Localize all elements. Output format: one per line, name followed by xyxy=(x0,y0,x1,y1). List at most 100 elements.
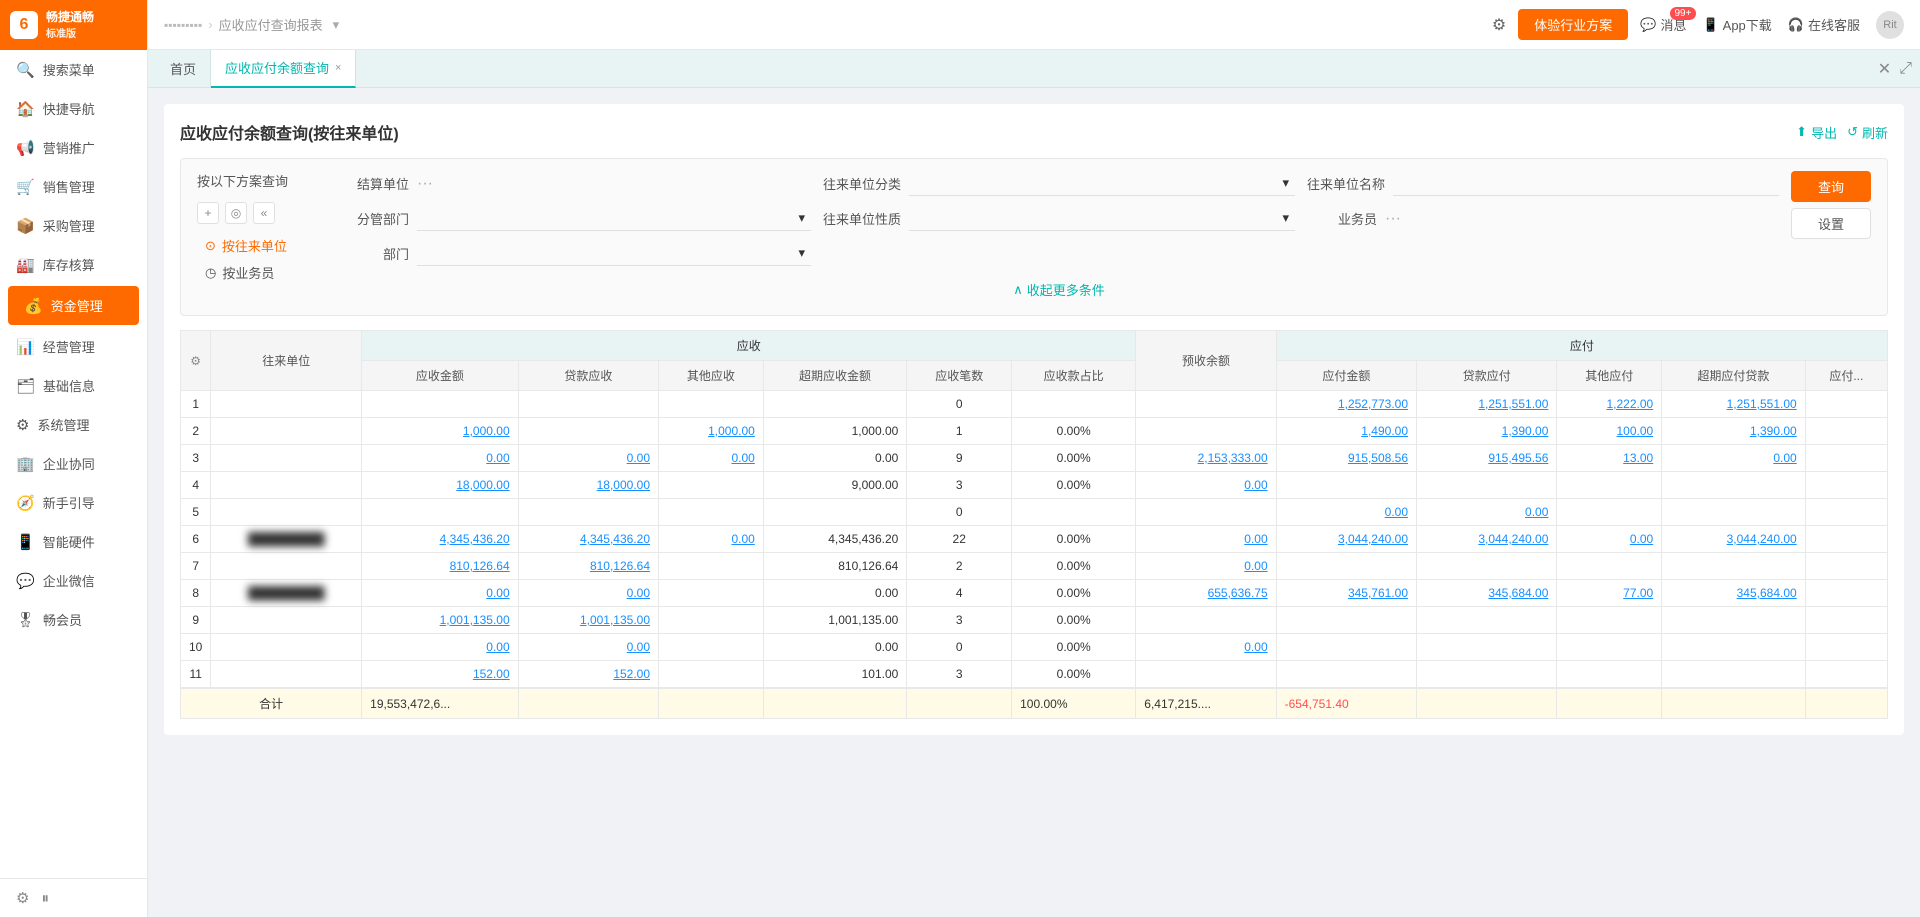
tab-close-icon[interactable]: × xyxy=(335,62,341,74)
sidebar-item-purchase[interactable]: 📦 采购管理 xyxy=(0,206,147,245)
table-cell[interactable]: 0.00 xyxy=(1662,445,1806,472)
settlement-unit-dots[interactable]: ··· xyxy=(417,175,433,193)
table-cell[interactable]: 1,390.00 xyxy=(1662,418,1806,445)
table-cell[interactable]: 4,345,436.20 xyxy=(518,526,658,553)
table-cell[interactable]: 1,390.00 xyxy=(1417,418,1557,445)
table-cell[interactable]: 1,000.00 xyxy=(659,418,764,445)
table-cell[interactable]: 0.00 xyxy=(362,445,519,472)
table-cell[interactable]: 810,126.64 xyxy=(362,553,519,580)
settings-bottom-icon[interactable]: ⚙ xyxy=(16,889,29,907)
sidebar-item-system[interactable]: ⚙ 系统管理 xyxy=(0,405,147,444)
window-close-icon[interactable]: ✕ xyxy=(1878,59,1891,79)
sidebar-item-search-menu[interactable]: 🔍 搜索菜单 xyxy=(0,50,147,89)
table-cell[interactable]: 345,761.00 xyxy=(1276,580,1416,607)
table-cell[interactable]: 13.00 xyxy=(1557,445,1662,472)
settings-gear-icon[interactable]: ⚙ xyxy=(1492,15,1506,35)
refresh-button[interactable]: ↺ 刷新 xyxy=(1847,123,1888,142)
window-expand-icon[interactable]: ⤢ xyxy=(1899,60,1912,78)
service-icon: 🎧 xyxy=(1788,17,1804,33)
table-cell[interactable]: 0.00 xyxy=(659,445,764,472)
sidebar-item-finance[interactable]: 💰 资金管理 xyxy=(8,286,139,325)
table-cell[interactable]: 0.00 xyxy=(362,580,519,607)
query-button[interactable]: 查询 xyxy=(1791,171,1871,202)
table-cell[interactable]: 0.00 xyxy=(1417,499,1557,526)
add-scheme-button[interactable]: + xyxy=(197,202,219,224)
table-cell[interactable]: 1,001,135.00 xyxy=(362,607,519,634)
table-cell[interactable]: 345,684.00 xyxy=(1662,580,1806,607)
table-cell[interactable]: 0.00 xyxy=(1276,499,1416,526)
table-cell[interactable]: 1,000.00 xyxy=(362,418,519,445)
table-cell[interactable]: 100.00 xyxy=(1557,418,1662,445)
table-cell[interactable]: 3,044,240.00 xyxy=(1417,526,1557,553)
table-cell[interactable]: 1,490.00 xyxy=(1276,418,1416,445)
industry-solution-button[interactable]: 体验行业方案 xyxy=(1518,9,1628,40)
unit-nature-select[interactable]: ▾ xyxy=(909,206,1295,231)
table-cell[interactable]: 77.00 xyxy=(1557,580,1662,607)
scheme-by-unit[interactable]: ⊙ 按往来单位 xyxy=(197,232,327,259)
table-cell[interactable]: 915,508.56 xyxy=(1276,445,1416,472)
table-cell[interactable]: 1,222.00 xyxy=(1557,391,1662,418)
online-service-button[interactable]: 🎧 在线客服 xyxy=(1788,15,1860,34)
collapse-icon[interactable]: ⏸ xyxy=(41,890,49,907)
table-cell[interactable]: 18,000.00 xyxy=(362,472,519,499)
sidebar-item-inventory[interactable]: 🏭 库存核算 xyxy=(0,245,147,284)
sidebar-item-guide[interactable]: 🧭 新手引导 xyxy=(0,483,147,522)
sidebar-item-quick-nav[interactable]: 🏠 快捷导航 xyxy=(0,89,147,128)
unit-category-select[interactable]: ▾ xyxy=(909,171,1295,196)
table-cell[interactable]: 1,251,551.00 xyxy=(1662,391,1806,418)
table-cell[interactable]: 0.00 xyxy=(518,634,658,661)
table-cell[interactable]: 0.00 xyxy=(1136,472,1276,499)
sidebar-item-basic[interactable]: 🗂 基础信息 xyxy=(0,366,147,405)
table-cell: 4 xyxy=(907,580,1012,607)
dept-select[interactable]: ▾ xyxy=(417,241,811,266)
sidebar-item-operations[interactable]: 📊 经营管理 xyxy=(0,327,147,366)
sidebar-item-hardware[interactable]: 📱 智能硬件 xyxy=(0,522,147,561)
table-cell[interactable]: 0.00 xyxy=(1557,526,1662,553)
table-cell[interactable]: 1,001,135.00 xyxy=(518,607,658,634)
sidebar-item-member[interactable]: 🎖 畅会员 xyxy=(0,600,147,639)
table-cell[interactable]: 0.00 xyxy=(518,580,658,607)
table-cell[interactable]: 1,251,551.00 xyxy=(1417,391,1557,418)
table-cell[interactable]: 345,684.00 xyxy=(1417,580,1557,607)
table-cell[interactable]: 0.00 xyxy=(659,526,764,553)
app-download-button[interactable]: 📱 App下载 xyxy=(1702,15,1771,34)
collapse-scheme-button[interactable]: « xyxy=(253,202,275,224)
table-row: 11152.00152.00101.0030.00% xyxy=(181,661,1888,689)
scheme-by-staff[interactable]: ◷ 按业务员 xyxy=(197,259,327,286)
edit-scheme-button[interactable]: ◎ xyxy=(225,202,247,224)
table-cell[interactable]: 0.00 xyxy=(1136,634,1276,661)
table-cell[interactable]: 810,126.64 xyxy=(518,553,658,580)
sidebar-item-wechat[interactable]: 💬 企业微信 xyxy=(0,561,147,600)
refresh-icon: ↺ xyxy=(1847,124,1858,140)
table-settings-button[interactable]: 设置 xyxy=(1791,208,1871,239)
table-cell[interactable]: 0.00 xyxy=(518,445,658,472)
messages-button[interactable]: 💬 消息 99+ xyxy=(1640,15,1686,34)
table-cell[interactable]: 3,044,240.00 xyxy=(1276,526,1416,553)
table-cell[interactable]: 18,000.00 xyxy=(518,472,658,499)
dept-manager-select[interactable]: ▾ xyxy=(417,206,811,231)
search-scheme-area: 按以下方案查询 + ◎ « xyxy=(197,171,327,303)
collapse-conditions-button[interactable]: ∧ 收起更多条件 xyxy=(1013,280,1105,299)
table-cell[interactable]: 152.00 xyxy=(362,661,519,689)
table-cell[interactable]: 915,495.56 xyxy=(1417,445,1557,472)
table-cell[interactable]: 0.00 xyxy=(1136,553,1276,580)
sidebar-item-corp[interactable]: 🏢 企业协同 xyxy=(0,444,147,483)
tab-ar-ap[interactable]: 应收应付余额查询 × xyxy=(211,50,356,88)
table-cell[interactable]: 3,044,240.00 xyxy=(1662,526,1806,553)
table-cell[interactable]: 4,345,436.20 xyxy=(362,526,519,553)
table-cell[interactable]: 152.00 xyxy=(518,661,658,689)
export-button[interactable]: ⬆ 导出 xyxy=(1796,123,1837,142)
sidebar-item-marketing[interactable]: 📢 营销推广 xyxy=(0,128,147,167)
tab-home[interactable]: 首页 xyxy=(156,50,211,88)
table-cell[interactable]: 2,153,333.00 xyxy=(1136,445,1276,472)
unit-name-input[interactable] xyxy=(1393,172,1779,196)
table-cell[interactable]: 655,636.75 xyxy=(1136,580,1276,607)
column-settings-icon[interactable]: ⚙ xyxy=(190,354,201,368)
table-cell[interactable]: 0.00 xyxy=(1136,526,1276,553)
table-cell xyxy=(1662,472,1806,499)
sidebar-item-sales[interactable]: 🛒 销售管理 xyxy=(0,167,147,206)
table-cell[interactable]: 0.00 xyxy=(362,634,519,661)
user-menu[interactable]: Rit xyxy=(1876,11,1904,39)
salesperson-dots[interactable]: ··· xyxy=(1385,210,1401,228)
table-cell[interactable]: 1,252,773.00 xyxy=(1276,391,1416,418)
